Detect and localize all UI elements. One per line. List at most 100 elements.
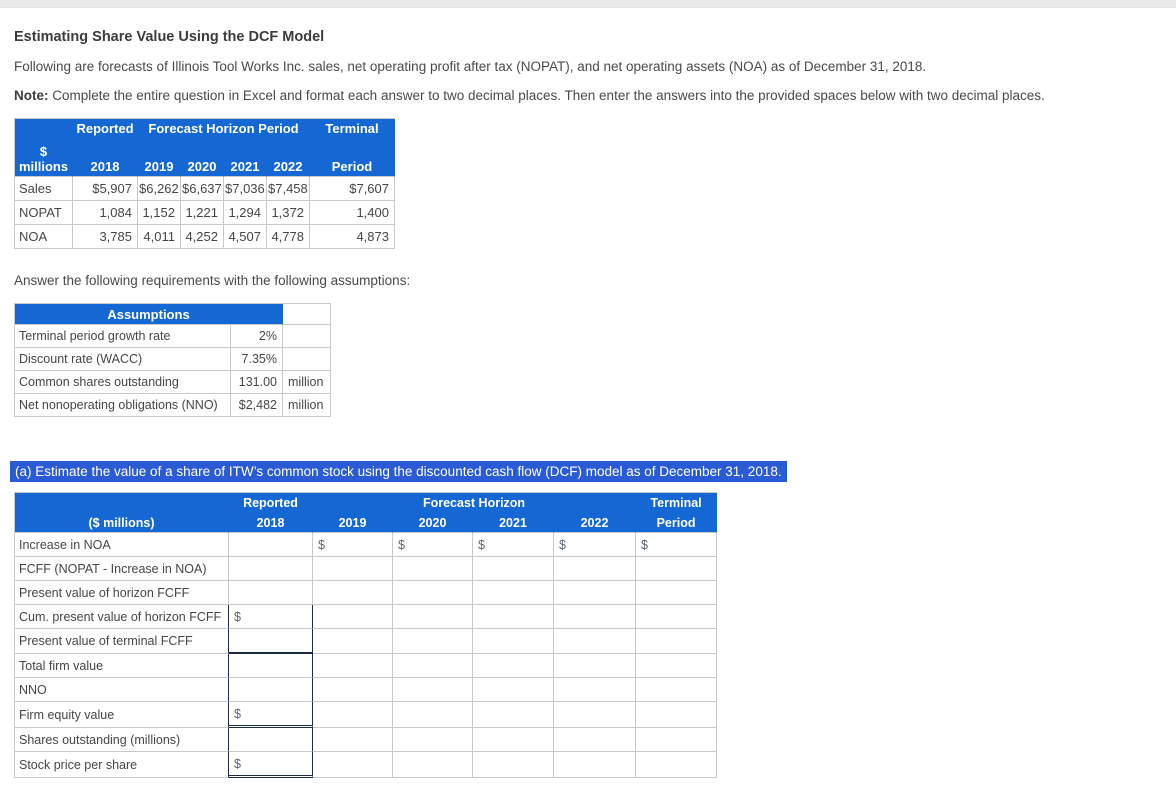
empty-cell	[313, 605, 393, 629]
dollar-prefix: $	[478, 537, 485, 552]
input-increase-in-noa-2022[interactable]: $	[554, 533, 637, 557]
input-firm-equity-value-2018[interactable]: $	[229, 702, 313, 728]
input-fcff-2019[interactable]	[313, 557, 393, 581]
row-label: Increase in NOA	[15, 533, 229, 557]
header-group-forecast-horizon: Forecast Horizon	[313, 493, 637, 513]
input-fcff-2022[interactable]	[554, 557, 637, 581]
assumption-value: 7.35%	[231, 348, 283, 371]
assumption-value: 2%	[231, 325, 283, 348]
assumptions-table: Assumptions Terminal period growth rate …	[14, 303, 331, 417]
value-cell: 4,011	[138, 225, 181, 249]
intro-paragraph: Following are forecasts of Illinois Tool…	[14, 59, 927, 74]
empty-cell	[393, 629, 473, 654]
forecast-table: Reported Forecast Horizon Period Termina…	[14, 118, 395, 249]
header-unit-millions: $ millions	[15, 139, 73, 177]
input-pv-horizon-fcff-2020[interactable]	[393, 581, 473, 605]
empty-cell	[636, 728, 718, 752]
empty-cell	[313, 629, 393, 654]
dcf-answer-table: Reported Forecast Horizon Terminal ($ mi…	[14, 492, 718, 778]
input-total-firm-value-2018[interactable]	[229, 654, 313, 678]
row-label: Present value of terminal FCFF	[15, 629, 229, 654]
empty-cell	[473, 728, 554, 752]
empty-cell	[313, 654, 393, 678]
empty-cell	[393, 654, 473, 678]
value-cell: $7,036	[224, 177, 267, 201]
table-row-sales: Sales $5,907 $6,262 $6,637 $7,036 $7,458…	[15, 177, 395, 201]
assumption-label: Net nonoperating obligations (NNO)	[15, 394, 231, 417]
value-cell: 1,084	[73, 201, 138, 225]
value-cell: 1,400	[310, 201, 395, 225]
dollar-prefix: $	[641, 537, 648, 552]
header-terminal-period: Period	[310, 139, 395, 177]
header-year-2020: 2020	[181, 139, 224, 177]
table-row-pv-terminal-fcff: Present value of terminal FCFF	[15, 629, 718, 654]
value-cell: 3,785	[73, 225, 138, 249]
input-increase-in-noa-2019[interactable]: $	[313, 533, 393, 557]
value-cell: 4,252	[181, 225, 224, 249]
table-row-nno: Net nonoperating obligations (NNO) $2,48…	[15, 394, 331, 417]
empty-cell	[229, 557, 313, 581]
empty-cell	[393, 702, 473, 728]
input-pv-terminal-fcff-2018[interactable]	[229, 629, 313, 654]
assumption-unit	[283, 325, 331, 348]
empty-cell	[473, 654, 554, 678]
input-nno-2018[interactable]	[229, 678, 313, 702]
header-year-2022: 2022	[267, 139, 310, 177]
row-label: FCFF (NOPAT - Increase in NOA)	[15, 557, 229, 581]
row-label: Firm equity value	[15, 702, 229, 728]
table-row-increase-in-noa: Increase in NOA $ $ $ $ $	[15, 533, 718, 557]
assumption-label: Terminal period growth rate	[15, 325, 231, 348]
row-label-noa: NOA	[15, 225, 73, 249]
row-label: Stock price per share	[15, 752, 229, 778]
dollar-prefix: $	[318, 537, 325, 552]
input-pv-horizon-fcff-2021[interactable]	[473, 581, 554, 605]
table-row-nopat: NOPAT 1,084 1,152 1,221 1,294 1,372 1,40…	[15, 201, 395, 225]
input-pv-horizon-fcff-2019[interactable]	[313, 581, 393, 605]
input-stock-price-per-share-2018[interactable]: $	[229, 752, 313, 778]
input-increase-in-noa-2020[interactable]: $	[393, 533, 473, 557]
question-content: Estimating Share Value Using the DCF Mod…	[0, 8, 1176, 798]
dollar-prefix: $	[398, 537, 405, 552]
value-cell: 1,221	[181, 201, 224, 225]
header-year-2021: 2021	[473, 513, 554, 533]
assumption-unit: million	[283, 394, 331, 417]
empty-cell	[554, 654, 637, 678]
table-row-stock-price-per-share: Stock price per share $	[15, 752, 718, 778]
header-group-terminal: Terminal	[636, 493, 718, 513]
input-fcff-2021[interactable]	[473, 557, 554, 581]
empty-cell	[393, 728, 473, 752]
row-label: Cum. present value of horizon FCFF	[15, 605, 229, 629]
header-year-2021: 2021	[224, 139, 267, 177]
empty-cell	[636, 605, 718, 629]
dollar-prefix: $	[234, 756, 241, 771]
input-increase-in-noa-2021[interactable]: $	[473, 533, 554, 557]
input-cum-pv-horizon-fcff-2018[interactable]: $	[229, 605, 313, 629]
note-paragraph: Note: Complete the entire question in Ex…	[14, 88, 1162, 103]
value-cell: 1,294	[224, 201, 267, 225]
empty-cell	[313, 702, 393, 728]
assumption-label: Discount rate (WACC)	[15, 348, 231, 371]
row-label: Shares outstanding (millions)	[15, 728, 229, 752]
row-label: NNO	[15, 678, 229, 702]
value-cell: $5,907	[73, 177, 138, 201]
empty-cell	[473, 605, 554, 629]
input-fcff-terminal[interactable]	[636, 557, 718, 581]
empty-cell	[229, 533, 313, 557]
top-scroll-strip	[0, 0, 1176, 8]
header-year-2020: 2020	[393, 513, 473, 533]
empty-cell	[473, 629, 554, 654]
value-cell: 4,873	[310, 225, 395, 249]
value-cell: $7,458	[267, 177, 310, 201]
input-shares-outstanding-2018[interactable]	[229, 728, 313, 752]
header-group-reported: Reported	[229, 493, 313, 513]
input-increase-in-noa-terminal[interactable]: $	[636, 533, 718, 557]
empty-cell	[473, 678, 554, 702]
note-label: Note:	[14, 88, 49, 103]
input-pv-horizon-fcff-2022[interactable]	[554, 581, 637, 605]
input-fcff-2020[interactable]	[393, 557, 473, 581]
table-row-shares-outstanding: Common shares outstanding 131.00 million	[15, 371, 331, 394]
empty-cell	[554, 605, 637, 629]
empty-cell	[636, 581, 718, 605]
empty-cell	[636, 678, 718, 702]
header-terminal-period: Period	[636, 513, 718, 533]
